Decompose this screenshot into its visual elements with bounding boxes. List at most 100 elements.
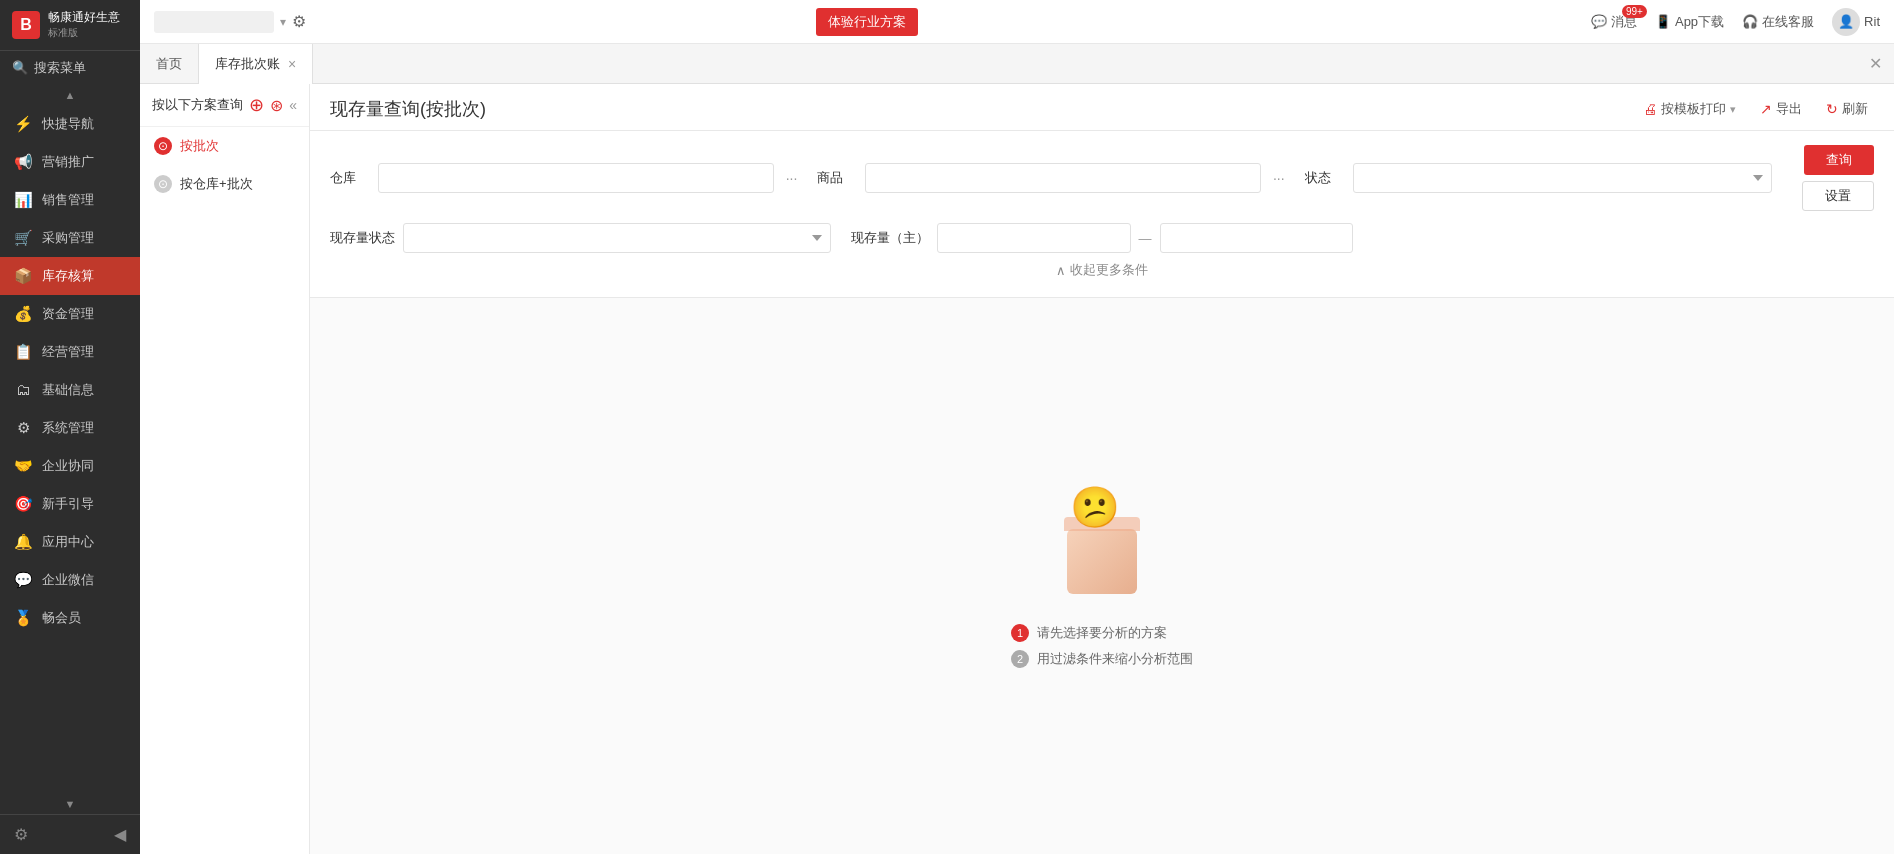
online-service-label: 在线客服	[1762, 13, 1814, 31]
sidebar-label-system: 系统管理	[42, 419, 94, 437]
tab-batch-inventory[interactable]: 库存批次账 ×	[199, 44, 313, 84]
sidebar-label-purchase: 采购管理	[42, 229, 94, 247]
product-dots[interactable]: ···	[1273, 170, 1285, 186]
sidebar-label-enterprise: 企业协同	[42, 457, 94, 475]
status-select[interactable]	[1353, 163, 1772, 193]
tab-home[interactable]: 首页	[140, 44, 199, 84]
refresh-btn[interactable]: ↻ 刷新	[1820, 96, 1874, 122]
tab-home-label: 首页	[156, 55, 182, 73]
sidebar-item-member[interactable]: 🏅 畅会员	[0, 599, 140, 637]
export-btn[interactable]: ↗ 导出	[1754, 96, 1808, 122]
warehouse-dots[interactable]: ···	[786, 170, 798, 186]
online-service-action[interactable]: 🎧 在线客服	[1742, 13, 1814, 31]
collapse-label: 收起更多条件	[1070, 261, 1148, 279]
query-button[interactable]: 查询	[1804, 145, 1874, 175]
inventory-status-label: 现存量状态	[330, 229, 395, 247]
status-label: 状态	[1305, 169, 1345, 187]
phone-icon: 📱	[1655, 14, 1671, 29]
sidebar-label-quick-nav: 快捷导航	[42, 115, 94, 133]
app-version: 标准版	[48, 26, 120, 40]
sidebar-label-wechat: 企业微信	[42, 571, 94, 589]
user-profile[interactable]: 👤 Rit	[1832, 8, 1880, 36]
sidebar-item-wechat[interactable]: 💬 企业微信	[0, 561, 140, 599]
product-input[interactable]	[865, 163, 1261, 193]
sidebar-footer: ⚙ ◀	[0, 814, 140, 854]
sidebar-item-marketing[interactable]: 📢 营销推广	[0, 143, 140, 181]
search-menu-item[interactable]: 🔍 搜索菜单	[0, 51, 140, 85]
sidebar-item-newbie[interactable]: 🎯 新手引导	[0, 485, 140, 523]
left-panel-collapse-icon[interactable]: «	[289, 97, 297, 113]
trial-btn[interactable]: 体验行业方案	[816, 8, 918, 36]
sidebar-item-system[interactable]: ⚙ 系统管理	[0, 409, 140, 447]
sidebar-label-marketing: 营销推广	[42, 153, 94, 171]
sidebar: B 畅康通好生意 标准版 🔍 搜索菜单 ▲ ⚡ 快捷导航 📢 营销推广 📊 销售…	[0, 0, 140, 854]
app-download-label: App下载	[1675, 13, 1724, 31]
topbar-gear-icon[interactable]: ⚙	[292, 12, 306, 31]
quantity-min-input[interactable]	[937, 223, 1130, 253]
search-icon: 🔍	[12, 60, 28, 75]
sidebar-label-member: 畅会员	[42, 609, 81, 627]
sidebar-item-purchase[interactable]: 🛒 采购管理	[0, 219, 140, 257]
quantity-max-input[interactable]	[1160, 223, 1353, 253]
topbar-dropdown-icon[interactable]: ▾	[280, 15, 286, 29]
finance-icon: 💰	[14, 305, 32, 323]
settings-footer-icon[interactable]: ⚙	[14, 825, 28, 844]
sidebar-item-basics[interactable]: 🗂 基础信息	[0, 371, 140, 409]
quantity-filter: 现存量（主） —	[851, 223, 1352, 253]
warehouse-input[interactable]	[378, 163, 774, 193]
sidebar-scroll-down[interactable]: ▼	[0, 794, 140, 814]
empty-state: 😕 1 请先选择要分析的方案 2 用过滤条件来缩小分析范围	[310, 298, 1894, 854]
warehouse-batch-icon: ⊙	[154, 175, 172, 193]
batch-icon: ⊙	[154, 137, 172, 155]
hint-item-2: 2 用过滤条件来缩小分析范围	[1011, 650, 1193, 668]
left-panel-add-icon[interactable]: ⊕	[249, 94, 264, 116]
tabs-close-all[interactable]: ✕	[1857, 54, 1894, 73]
app-info: 畅康通好生意 标准版	[48, 10, 120, 40]
sidebar-item-enterprise[interactable]: 🤝 企业协同	[0, 447, 140, 485]
sidebar-item-finance[interactable]: 💰 资金管理	[0, 295, 140, 333]
right-panel: 现存量查询(按批次) 🖨 按模板打印 ▾ ↗ 导出 ↻ 刷新	[310, 84, 1894, 854]
print-btn[interactable]: 🖨 按模板打印 ▾	[1637, 96, 1742, 122]
system-icon: ⚙	[14, 419, 32, 437]
warehouse-batch-label: 按仓库+批次	[180, 175, 253, 193]
filter-row-2: 现存量状态 现存量（主） —	[330, 223, 1874, 253]
message-icon: 💬	[1591, 14, 1607, 29]
content-area: 按以下方案查询 ⊕ ⊛ « ⊙ 按批次 ⊙ 按仓库+批次 现存量查询(按批次)	[140, 84, 1894, 854]
sidebar-item-appstore[interactable]: 🔔 应用中心	[0, 523, 140, 561]
print-label: 按模板打印	[1661, 100, 1726, 118]
topbar-search-input[interactable]	[154, 11, 274, 33]
messages-action[interactable]: 💬 消息 99+	[1591, 13, 1637, 31]
sidebar-item-sales[interactable]: 📊 销售管理	[0, 181, 140, 219]
app-download-action[interactable]: 📱 App下载	[1655, 13, 1724, 31]
hint-1-number: 1	[1011, 624, 1029, 642]
collapse-sidebar-icon[interactable]: ◀	[114, 825, 126, 844]
left-panel-item-batch[interactable]: ⊙ 按批次	[140, 127, 309, 165]
sidebar-nav: ⚡ 快捷导航 📢 营销推广 📊 销售管理 🛒 采购管理 📦 库存核算 💰 资金管…	[0, 105, 140, 794]
tabs-bar: 首页 库存批次账 × ✕	[140, 44, 1894, 84]
product-label: 商品	[817, 169, 857, 187]
print-dropdown-icon: ▾	[1730, 103, 1736, 116]
left-panel: 按以下方案查询 ⊕ ⊛ « ⊙ 按批次 ⊙ 按仓库+批次	[140, 84, 310, 854]
batch-label: 按批次	[180, 137, 219, 155]
main-area: ▾ ⚙ 体验行业方案 💬 消息 99+ 📱 App下载 🎧 在线客服 👤	[140, 0, 1894, 854]
messages-badge: 99+	[1622, 5, 1647, 18]
sidebar-item-quick-nav[interactable]: ⚡ 快捷导航	[0, 105, 140, 143]
page-header-actions: 🖨 按模板打印 ▾ ↗ 导出 ↻ 刷新	[1637, 96, 1874, 122]
filter-row-1: 仓库 ··· 商品 ··· 状态	[330, 145, 1874, 211]
quantity-dash: —	[1139, 231, 1152, 246]
inventory-status-select[interactable]	[403, 223, 831, 253]
sidebar-item-inventory[interactable]: 📦 库存核算	[0, 257, 140, 295]
sidebar-scroll-up[interactable]: ▲	[0, 85, 140, 105]
collapse-filter-btn[interactable]: ∧ 收起更多条件	[330, 253, 1874, 283]
refresh-label: 刷新	[1842, 100, 1868, 118]
search-menu-label: 搜索菜单	[34, 59, 86, 77]
hint-2-text: 用过滤条件来缩小分析范围	[1037, 650, 1193, 668]
sidebar-header: B 畅康通好生意 标准版	[0, 0, 140, 51]
left-panel-item-warehouse-batch[interactable]: ⊙ 按仓库+批次	[140, 165, 309, 203]
avatar-icon: 👤	[1838, 14, 1854, 29]
tab-close-icon[interactable]: ×	[288, 56, 296, 72]
set-button[interactable]: 设置	[1802, 181, 1874, 211]
sidebar-item-operations[interactable]: 📋 经营管理	[0, 333, 140, 371]
left-panel-settings-icon[interactable]: ⊛	[270, 96, 283, 115]
print-icon: 🖨	[1643, 101, 1657, 117]
